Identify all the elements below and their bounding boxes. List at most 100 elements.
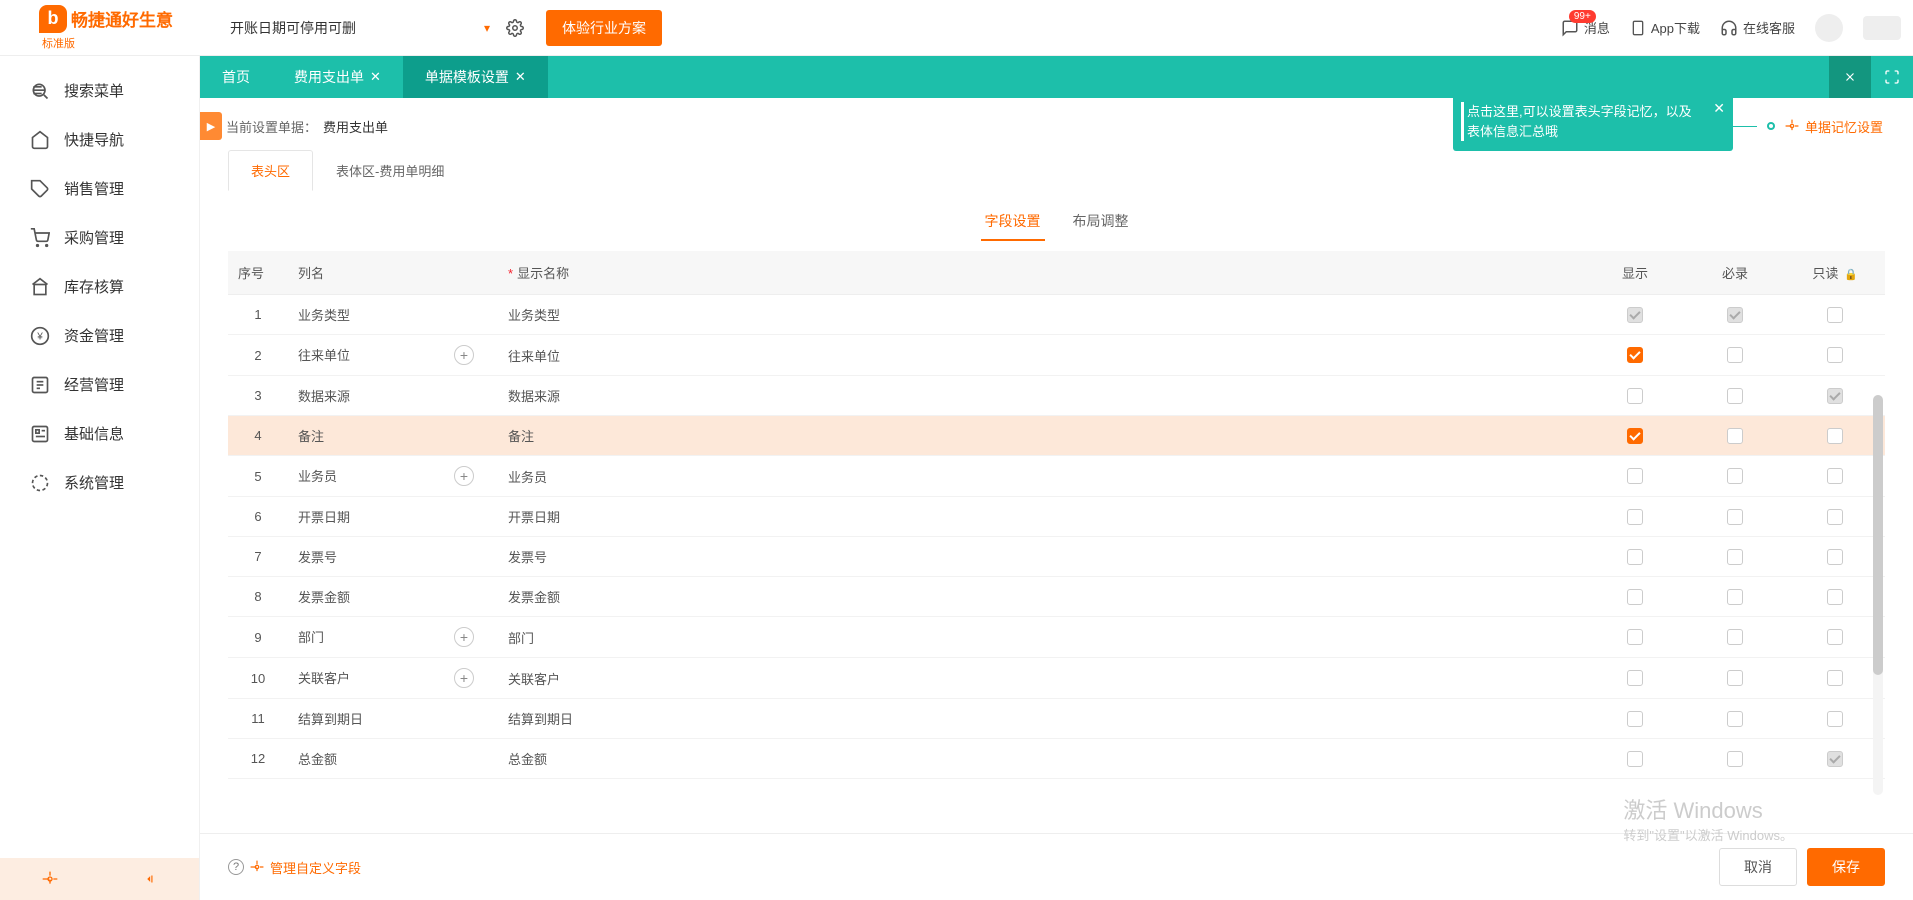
checkbox[interactable] bbox=[1627, 388, 1643, 404]
close-all-tabs-button[interactable] bbox=[1829, 56, 1871, 98]
checkbox[interactable] bbox=[1627, 428, 1643, 444]
checkbox[interactable] bbox=[1827, 468, 1843, 484]
tab[interactable]: 费用支出单✕ bbox=[272, 56, 403, 98]
checkbox[interactable] bbox=[1727, 388, 1743, 404]
tab[interactable]: 首页 bbox=[200, 56, 272, 98]
table-row[interactable]: 12 总金额 总金额 bbox=[228, 739, 1885, 779]
sidebar-item[interactable]: 库存核算 bbox=[0, 262, 199, 311]
add-icon[interactable]: + bbox=[454, 627, 474, 647]
table-row[interactable]: 11 结算到期日 结算到期日 bbox=[228, 699, 1885, 739]
cell-display-name[interactable]: 备注 bbox=[498, 416, 1585, 456]
account-selector[interactable]: 开账日期可停用可删 ▾ bbox=[230, 18, 490, 38]
checkbox[interactable] bbox=[1627, 509, 1643, 525]
checkbox[interactable] bbox=[1627, 751, 1643, 767]
industry-solution-button[interactable]: 体验行业方案 bbox=[546, 10, 662, 46]
cell-display-name[interactable]: 开票日期 bbox=[498, 497, 1585, 537]
table-row[interactable]: 4 备注 备注 bbox=[228, 416, 1885, 456]
gear-icon[interactable] bbox=[506, 19, 524, 37]
sub-tab[interactable]: 字段设置 bbox=[981, 203, 1045, 241]
cell-display-name[interactable]: 业务类型 bbox=[498, 295, 1585, 335]
sidebar-item[interactable]: 快捷导航 bbox=[0, 115, 199, 164]
tab-close-icon[interactable]: ✕ bbox=[515, 69, 526, 85]
cell-display-name[interactable]: 发票号 bbox=[498, 537, 1585, 577]
checkbox[interactable] bbox=[1827, 509, 1843, 525]
sidebar-item[interactable]: 销售管理 bbox=[0, 164, 199, 213]
checkbox[interactable] bbox=[1727, 549, 1743, 565]
sidebar-item[interactable]: 基础信息 bbox=[0, 409, 199, 458]
checkbox[interactable] bbox=[1827, 589, 1843, 605]
table-row[interactable]: 7 发票号 发票号 bbox=[228, 537, 1885, 577]
table-row[interactable]: 9 部门+ 部门 bbox=[228, 617, 1885, 658]
cell-display-name[interactable]: 数据来源 bbox=[498, 376, 1585, 416]
save-button[interactable]: 保存 bbox=[1807, 848, 1885, 886]
settings-icon[interactable] bbox=[42, 871, 58, 887]
sidebar-item[interactable]: 经营管理 bbox=[0, 360, 199, 409]
sidebar-item[interactable]: 采购管理 bbox=[0, 213, 199, 262]
checkbox[interactable] bbox=[1727, 589, 1743, 605]
checkbox[interactable] bbox=[1827, 670, 1843, 686]
user-menu[interactable] bbox=[1863, 16, 1901, 40]
tooltip-close-icon[interactable]: ✕ bbox=[1713, 98, 1725, 119]
memo-settings-link[interactable]: 单据记忆设置 bbox=[1729, 117, 1883, 136]
table-row[interactable]: 2 往来单位+ 往来单位 bbox=[228, 335, 1885, 376]
tab-close-icon[interactable]: ✕ bbox=[370, 69, 381, 85]
checkbox[interactable] bbox=[1627, 670, 1643, 686]
fullscreen-button[interactable] bbox=[1871, 56, 1913, 98]
scrollbar-thumb[interactable] bbox=[1873, 395, 1883, 675]
checkbox[interactable] bbox=[1827, 347, 1843, 363]
table-wrap[interactable]: 序号 列名 *显示名称 显示 必录 只读 🔒 1 业务类型 业务类型 2 往来单… bbox=[200, 251, 1913, 833]
add-icon[interactable]: + bbox=[454, 668, 474, 688]
cell-display-name[interactable]: 结算到期日 bbox=[498, 699, 1585, 739]
cell-display-name[interactable]: 总金额 bbox=[498, 739, 1585, 779]
checkbox[interactable] bbox=[1827, 307, 1843, 323]
sub-tab[interactable]: 布局调整 bbox=[1069, 203, 1133, 241]
section-tab[interactable]: 表头区 bbox=[228, 150, 313, 191]
cell-display-name[interactable]: 业务员 bbox=[498, 456, 1585, 497]
checkbox[interactable] bbox=[1827, 549, 1843, 565]
add-icon[interactable]: + bbox=[454, 345, 474, 365]
table-row[interactable]: 8 发票金额 发票金额 bbox=[228, 577, 1885, 617]
messages-button[interactable]: 99+ 消息 bbox=[1561, 18, 1610, 37]
table-row[interactable]: 3 数据来源 数据来源 bbox=[228, 376, 1885, 416]
checkbox[interactable] bbox=[1627, 549, 1643, 565]
tab[interactable]: 单据模板设置✕ bbox=[403, 56, 548, 98]
expand-panel-button[interactable]: ▶ bbox=[200, 112, 222, 140]
checkbox[interactable] bbox=[1627, 468, 1643, 484]
avatar[interactable] bbox=[1815, 14, 1843, 42]
checkbox[interactable] bbox=[1627, 711, 1643, 727]
checkbox[interactable] bbox=[1627, 589, 1643, 605]
sidebar-item[interactable]: ¥资金管理 bbox=[0, 311, 199, 360]
checkbox[interactable] bbox=[1827, 428, 1843, 444]
section-tab[interactable]: 表体区-费用单明细 bbox=[313, 150, 467, 191]
checkbox[interactable] bbox=[1727, 468, 1743, 484]
table-row[interactable]: 1 业务类型 业务类型 bbox=[228, 295, 1885, 335]
cell-display-name[interactable]: 发票金额 bbox=[498, 577, 1585, 617]
sidebar-item[interactable]: 系统管理 bbox=[0, 458, 199, 507]
manage-custom-fields-link[interactable]: ? 管理自定义字段 bbox=[228, 858, 361, 877]
cell-display-name[interactable]: 部门 bbox=[498, 617, 1585, 658]
checkbox[interactable] bbox=[1827, 629, 1843, 645]
table-row[interactable]: 10 关联客户+ 关联客户 bbox=[228, 658, 1885, 699]
checkbox[interactable] bbox=[1727, 347, 1743, 363]
checkbox[interactable] bbox=[1627, 629, 1643, 645]
table-row[interactable]: 6 开票日期 开票日期 bbox=[228, 497, 1885, 537]
sidebar-item[interactable]: 搜索菜单 bbox=[0, 66, 199, 115]
checkbox[interactable] bbox=[1827, 711, 1843, 727]
cell-display-name[interactable]: 关联客户 bbox=[498, 658, 1585, 699]
checkbox[interactable] bbox=[1627, 347, 1643, 363]
cancel-button[interactable]: 取消 bbox=[1719, 848, 1797, 886]
table-row[interactable]: 5 业务员+ 业务员 bbox=[228, 456, 1885, 497]
checkbox[interactable] bbox=[1727, 629, 1743, 645]
checkbox[interactable] bbox=[1727, 509, 1743, 525]
checkbox[interactable] bbox=[1727, 428, 1743, 444]
support-button[interactable]: 在线客服 bbox=[1720, 18, 1795, 37]
app-download-button[interactable]: App下载 bbox=[1630, 18, 1700, 37]
add-icon[interactable]: + bbox=[454, 466, 474, 486]
checkbox[interactable] bbox=[1727, 751, 1743, 767]
scrollbar-track[interactable] bbox=[1873, 395, 1883, 795]
gear-icon bbox=[250, 860, 264, 874]
cell-display-name[interactable]: 往来单位 bbox=[498, 335, 1585, 376]
checkbox[interactable] bbox=[1727, 670, 1743, 686]
checkbox[interactable] bbox=[1727, 711, 1743, 727]
collapse-icon[interactable] bbox=[141, 872, 157, 886]
